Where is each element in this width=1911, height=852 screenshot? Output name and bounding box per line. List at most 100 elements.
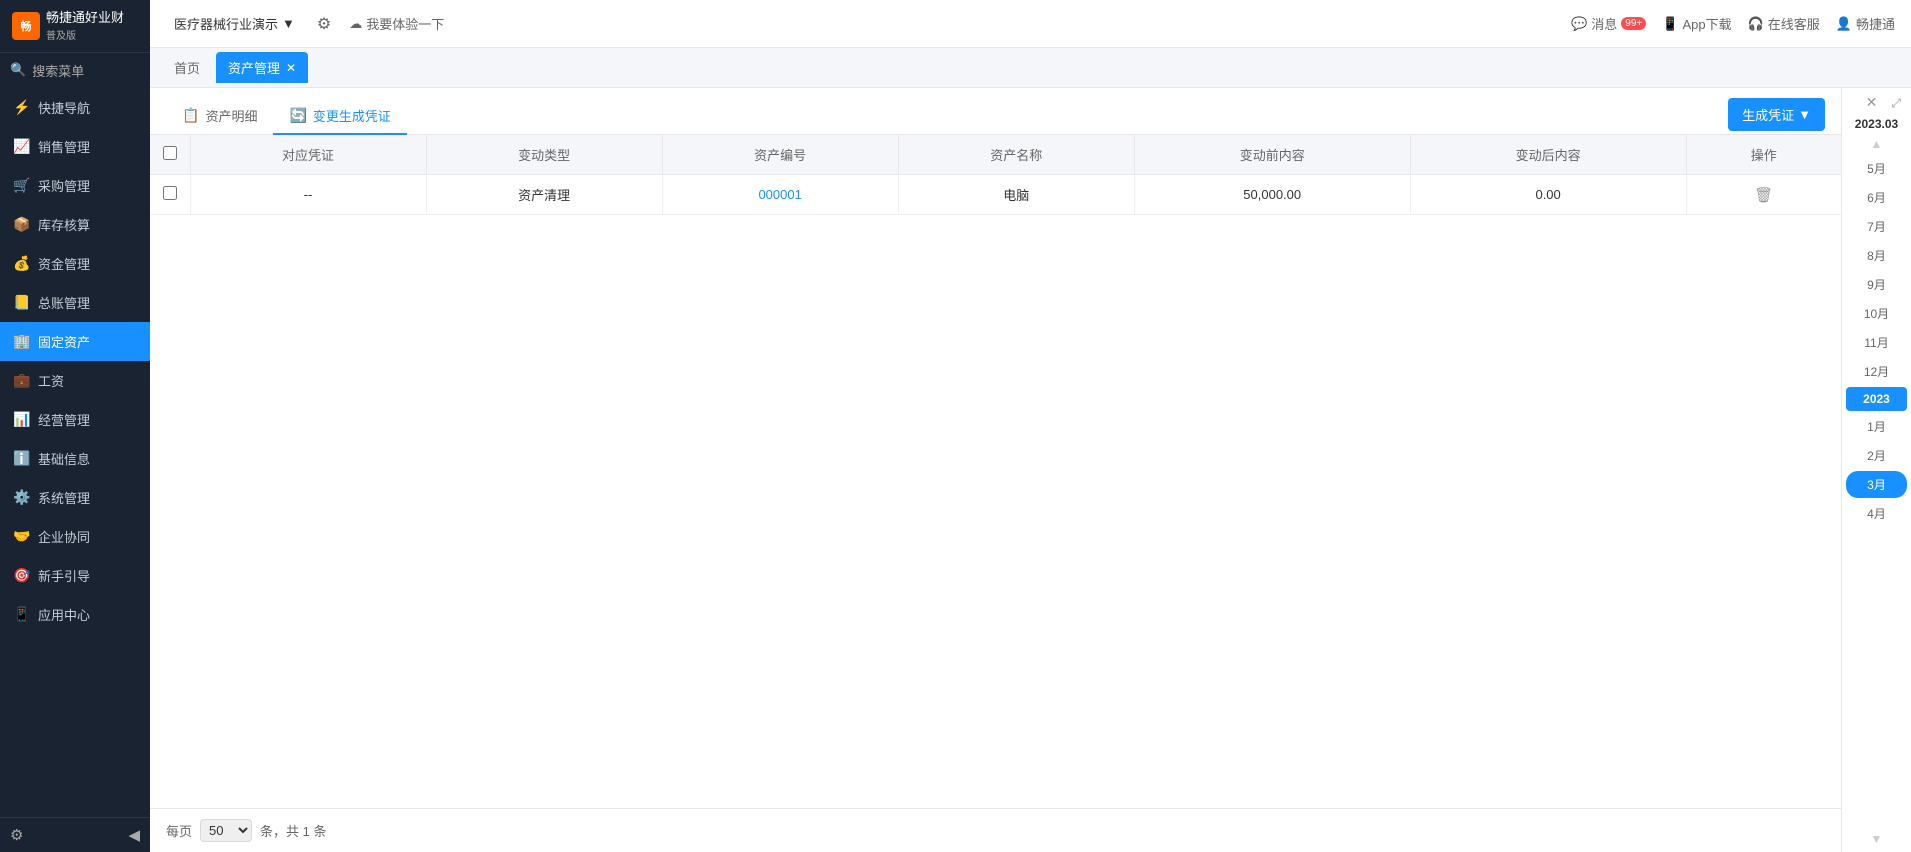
sidebar: 畅 畅捷通好业财 普及版 🔍 搜索菜单 ⚡ 快捷导航 📈 销售管理 🛒 采购管理…: [0, 0, 150, 852]
inventory-label: 库存核算: [38, 215, 90, 234]
cal-month-2023-4[interactable]: 4月: [1846, 500, 1907, 527]
feedback-button[interactable]: ☁ 我要体验一下: [349, 14, 444, 33]
company-selector[interactable]: 医疗器械行业演示 ▼: [166, 10, 303, 37]
user-avatar[interactable]: 👤 畅捷通: [1836, 14, 1895, 33]
generate-voucher-button[interactable]: 生成凭证 ▼: [1728, 98, 1825, 131]
app-download-button[interactable]: 📱 App下载: [1662, 14, 1731, 33]
cal-month-2023-1[interactable]: 1月: [1846, 413, 1907, 440]
per-page-select[interactable]: 50 10 20 100: [200, 819, 252, 842]
settings-gear-icon[interactable]: ⚙: [317, 14, 331, 34]
payroll-label: 工资: [38, 371, 64, 390]
message-label: 消息: [1591, 14, 1617, 33]
row-before-change: 50,000.00: [1134, 175, 1410, 215]
calendar-scroll-down[interactable]: ▼: [1869, 830, 1885, 848]
calendar-month-list: 5月 6月 7月 8月 9月 10月 11月 12月 2023 1月 2月 3月…: [1842, 153, 1911, 830]
calendar-year-label: 2023.03: [1842, 113, 1911, 135]
th-operation: 操作: [1686, 135, 1841, 175]
sidebar-item-enterprise[interactable]: 🤝 企业协同: [0, 517, 150, 556]
message-button[interactable]: 💬 消息 99: [1571, 14, 1646, 33]
header-right: 💬 消息 99 📱 App下载 🎧 在线客服 👤 畅捷通: [1571, 14, 1895, 33]
tab-asset-management[interactable]: 资产管理 ✕: [216, 52, 308, 83]
tab-active-label: 资产管理: [228, 58, 280, 77]
tab-bar: 首页 资产管理 ✕: [150, 48, 1911, 88]
th-change-type: 变动类型: [426, 135, 662, 175]
table-row: -- 资产清理 000001 电脑 50,000.00 0.00 🗑: [150, 175, 1841, 215]
calendar-close-button[interactable]: ✕: [1860, 92, 1884, 113]
cal-month-2023-2[interactable]: 2月: [1846, 442, 1907, 469]
customer-service-button[interactable]: 🎧 在线客服: [1748, 14, 1820, 33]
sidebar-nav: ⚡ 快捷导航 📈 销售管理 🛒 采购管理 📦 库存核算 💰 资金管理 📒 总账管…: [0, 88, 150, 817]
sidebar-item-basic-info[interactable]: ℹ️ 基础信息: [0, 439, 150, 478]
user-name: 畅捷通: [1856, 14, 1895, 33]
sidebar-item-operations[interactable]: 📊 经营管理: [0, 400, 150, 439]
cal-month-10[interactable]: 10月: [1846, 300, 1907, 327]
logo-icon: 畅: [12, 12, 40, 40]
collapse-icon[interactable]: ◀: [128, 826, 140, 844]
search-menu-label: 搜索菜单: [32, 61, 84, 80]
inner-tabs: 📋 资产明细 🔄 变更生成凭证: [150, 88, 1841, 135]
generate-voucher-label: 生成凭证: [1742, 105, 1794, 124]
feedback-icon: ☁: [349, 16, 362, 32]
sidebar-item-capital[interactable]: 💰 资金管理: [0, 244, 150, 283]
sidebar-item-guide[interactable]: 🎯 新手引导: [0, 556, 150, 595]
operations-icon: 📊: [14, 411, 30, 427]
tab-asset-detail[interactable]: 📋 资产明细: [166, 98, 273, 135]
cal-month-8[interactable]: 8月: [1846, 242, 1907, 269]
search-icon: 🔍: [10, 62, 26, 78]
sidebar-item-quick-nav[interactable]: ⚡ 快捷导航: [0, 88, 150, 127]
search-menu[interactable]: 🔍 搜索菜单: [0, 53, 150, 88]
pagination-bar: 每页 50 10 20 100 条，共 1 条: [150, 808, 1841, 852]
settings-icon[interactable]: ⚙: [10, 826, 23, 844]
feedback-label: 我要体验一下: [366, 14, 444, 33]
company-name: 医疗器械行业演示: [174, 14, 278, 33]
asset-detail-label: 资产明细: [205, 106, 257, 125]
sidebar-item-sales[interactable]: 📈 销售管理: [0, 127, 150, 166]
change-voucher-icon: 🔄: [289, 107, 306, 124]
th-before-change: 变动前内容: [1134, 135, 1410, 175]
cal-month-7[interactable]: 7月: [1846, 213, 1907, 240]
main-area: 医疗器械行业演示 ▼ ⚙ ☁ 我要体验一下 💬 消息 99 📱 App下载 🎧 …: [150, 0, 1911, 852]
tab-close-icon[interactable]: ✕: [286, 61, 296, 75]
guide-label: 新手引导: [38, 566, 90, 585]
calendar-expand-button[interactable]: ⤢: [1885, 94, 1907, 113]
enterprise-icon: 🤝: [14, 528, 30, 544]
select-all-checkbox[interactable]: [163, 146, 177, 160]
th-asset-name: 资产名称: [898, 135, 1134, 175]
row-operation: 🗑: [1686, 175, 1841, 215]
sidebar-item-payroll[interactable]: 💼 工资: [0, 361, 150, 400]
per-page-label: 每页: [166, 821, 192, 840]
customer-service-label: 在线客服: [1768, 14, 1820, 33]
calendar-panel: ✕ ⤢ 2023.03 ▲ 5月 6月 7月 8月 9月 10月 11月 12月…: [1841, 88, 1911, 852]
cal-month-6[interactable]: 6月: [1846, 184, 1907, 211]
app-logo: 畅 畅捷通好业财 普及版: [0, 0, 150, 53]
app-name: 畅捷通好业财: [46, 10, 124, 27]
basic-info-icon: ℹ️: [14, 450, 30, 466]
tab-home-label: 首页: [174, 61, 200, 76]
sidebar-item-app-center[interactable]: 📱 应用中心: [0, 595, 150, 634]
cal-month-12[interactable]: 12月: [1846, 358, 1907, 385]
table-container: 对应凭证 变动类型 资产编号 资产名称 变动前内容 变动后内容 操作: [150, 135, 1841, 808]
cal-month-11[interactable]: 11月: [1846, 329, 1907, 356]
row-checkbox[interactable]: [163, 186, 177, 200]
top-header: 医疗器械行业演示 ▼ ⚙ ☁ 我要体验一下 💬 消息 99 📱 App下载 🎧 …: [150, 0, 1911, 48]
tab-change-voucher[interactable]: 🔄 变更生成凭证: [273, 98, 406, 135]
th-checkbox: [150, 135, 190, 175]
sidebar-item-system[interactable]: ⚙️ 系统管理: [0, 478, 150, 517]
tab-home[interactable]: 首页: [162, 52, 212, 83]
sidebar-item-fixed-assets[interactable]: 🏢 固定资产: [0, 322, 150, 361]
cal-month-5[interactable]: 5月: [1846, 155, 1907, 182]
change-voucher-label: 变更生成凭证: [313, 106, 391, 125]
row-asset-number: 000001: [662, 175, 898, 215]
enterprise-label: 企业协同: [38, 527, 90, 546]
sidebar-bottom: ⚙ ◀: [0, 817, 150, 852]
sidebar-item-ledger[interactable]: 📒 总账管理: [0, 283, 150, 322]
calendar-scroll-up[interactable]: ▲: [1869, 135, 1885, 153]
delete-row-button[interactable]: 🗑: [1754, 186, 1773, 204]
cal-year-2023[interactable]: 2023: [1846, 387, 1907, 411]
cal-month-2023-3[interactable]: 3月: [1846, 471, 1907, 498]
capital-icon: 💰: [14, 255, 30, 271]
sidebar-item-purchase[interactable]: 🛒 采购管理: [0, 166, 150, 205]
sidebar-item-inventory[interactable]: 📦 库存核算: [0, 205, 150, 244]
table-header-row: 对应凭证 变动类型 资产编号 资产名称 变动前内容 变动后内容 操作: [150, 135, 1841, 175]
cal-month-9[interactable]: 9月: [1846, 271, 1907, 298]
